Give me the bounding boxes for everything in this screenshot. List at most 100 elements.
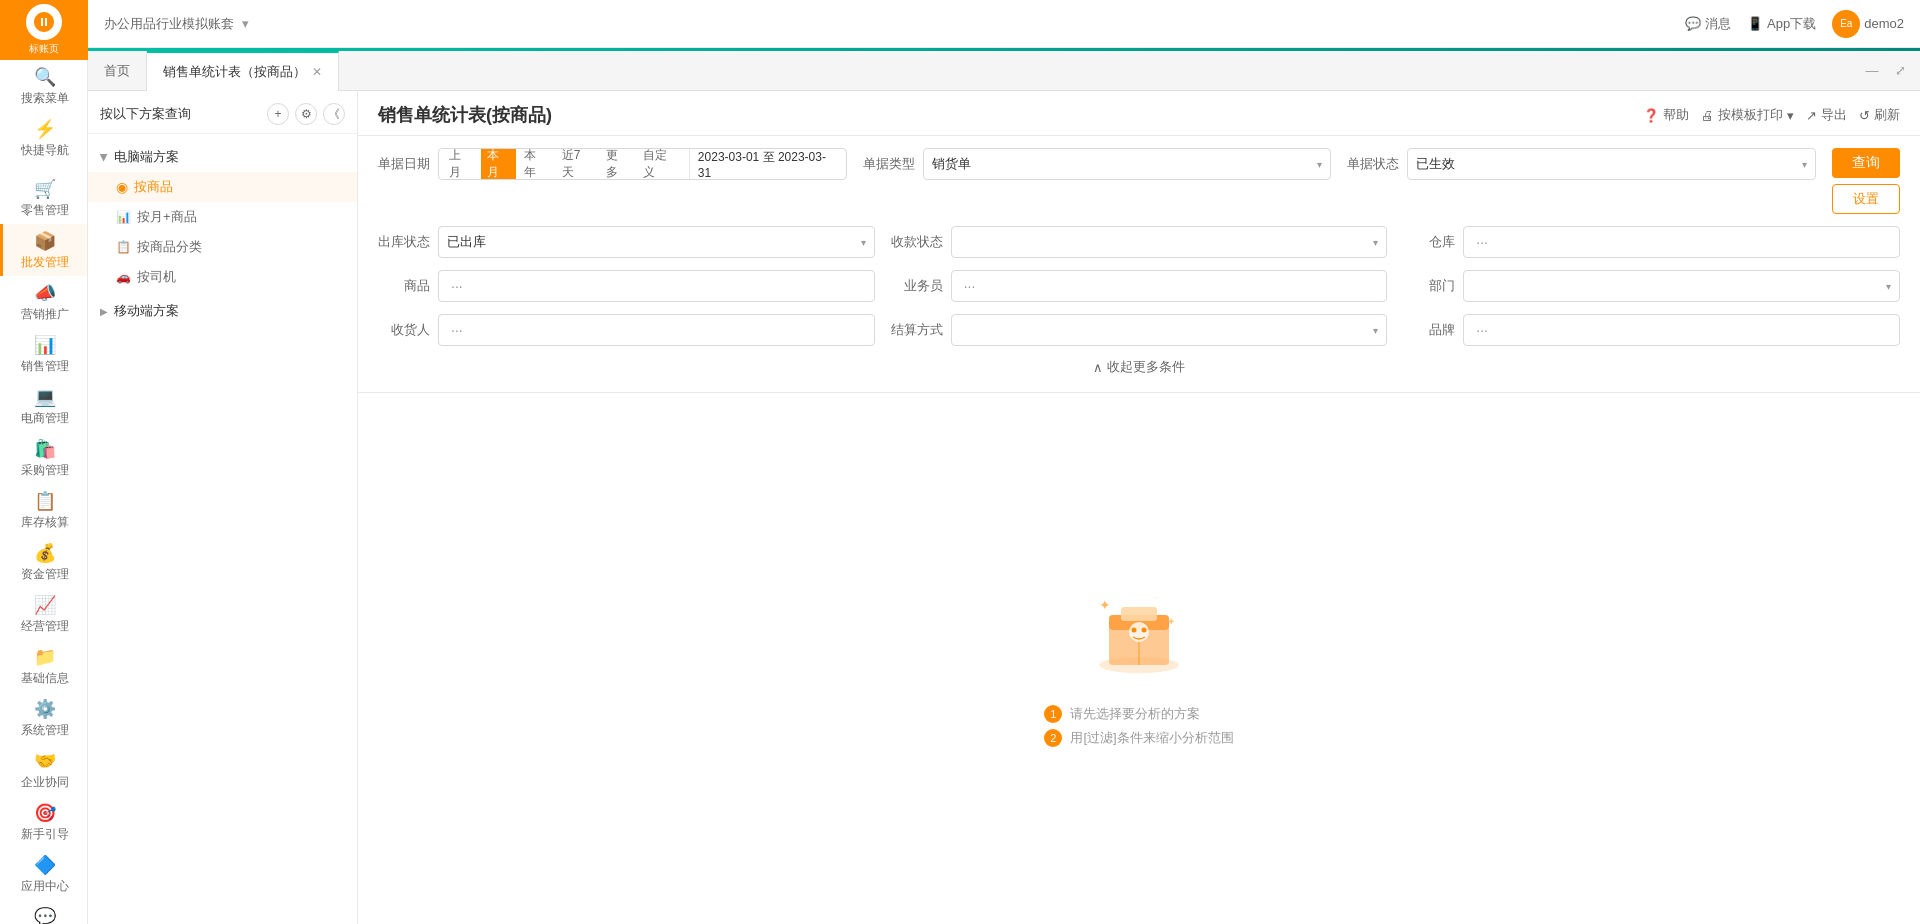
- tab-close-icon[interactable]: ✕: [312, 65, 322, 79]
- depot-filter-control[interactable]: ···: [1463, 226, 1900, 258]
- tab-maximize-button[interactable]: ⤢: [1888, 59, 1912, 83]
- staff-more-icon[interactable]: ···: [964, 278, 976, 294]
- left-panel-title: 按以下方案查询 + ⚙ 《: [100, 103, 345, 125]
- staff-filter-control[interactable]: ···: [951, 270, 1388, 302]
- inventory-icon: 📋: [34, 490, 56, 512]
- status-filter-label: 单据状态: [1347, 155, 1399, 173]
- date-last7-btn[interactable]: 近7天: [556, 148, 598, 180]
- sidebar-item-wechat[interactable]: 💬 企业微信: [0, 900, 87, 924]
- tree-item-by-goods[interactable]: ◉ 按商品: [88, 172, 357, 202]
- dept-filter-control[interactable]: ▾: [1463, 270, 1900, 302]
- tree-item-by-category[interactable]: 📋 按商品分类: [88, 232, 357, 262]
- finance-icon: 💰: [34, 542, 56, 564]
- sales-icon: 📊: [34, 334, 56, 356]
- tab-sales-stats[interactable]: 销售单统计表（按商品） ✕: [147, 51, 339, 91]
- query-button[interactable]: 查询: [1832, 148, 1900, 178]
- tree-item-by-month-goods[interactable]: 📊 按月+商品: [88, 202, 357, 232]
- sidebar-item-search[interactable]: 🔍 搜索菜单: [0, 60, 87, 112]
- template-print-button[interactable]: 🖨 按模板打印 ▾: [1701, 106, 1794, 124]
- page-title: 销售单统计表(按商品): [378, 103, 552, 127]
- sidebar-item-purchase[interactable]: 🛍️ 采购管理: [0, 432, 87, 484]
- filter-type-cell: 单据类型 销货单 ▾: [863, 148, 1332, 180]
- goods-more-icon[interactable]: ···: [451, 278, 463, 294]
- goods-filter-label: 商品: [378, 277, 430, 295]
- tree-group-mobile-header[interactable]: ▶ 移动端方案: [88, 296, 357, 326]
- date-filter-control[interactable]: 上月 本月 本年 近7天 更多 自定义 2023-03-01 至 2023-03…: [438, 148, 847, 180]
- sidebar-item-sales[interactable]: 📊 销售管理: [0, 328, 87, 380]
- sidebar-item-guide[interactable]: 🎯 新手引导: [0, 796, 87, 848]
- logo[interactable]: 标账页: [0, 0, 88, 60]
- sidebar-item-ecommerce[interactable]: 💻 电商管理: [0, 380, 87, 432]
- date-this-year-btn[interactable]: 本年: [518, 148, 554, 180]
- sidebar-item-quick[interactable]: ⚡ 快捷导航: [0, 112, 87, 164]
- sidebar-item-label: 库存核算: [21, 514, 69, 531]
- receipt-filter-control[interactable]: ▾: [951, 226, 1388, 258]
- tab-home[interactable]: 首页: [88, 51, 147, 91]
- tree-item-label: 按商品: [134, 178, 173, 196]
- goods-filter-control[interactable]: ···: [438, 270, 875, 302]
- collapse-panel-button[interactable]: 《: [323, 103, 345, 125]
- sidebar-item-label: 快捷导航: [21, 142, 69, 159]
- export-label: 导出: [1821, 106, 1847, 124]
- sidebar-item-inventory[interactable]: 📋 库存核算: [0, 484, 87, 536]
- tree-group-mobile: ▶ 移动端方案: [88, 296, 357, 326]
- tree-item-icon: 📋: [116, 240, 131, 254]
- tree-item-by-driver[interactable]: 🚗 按司机: [88, 262, 357, 292]
- appcenter-icon: 🔷: [34, 854, 56, 876]
- empty-illustration-svg: ✦ ✦ ·: [1079, 570, 1199, 690]
- depot-more-icon[interactable]: ···: [1476, 234, 1488, 250]
- user-profile-button[interactable]: Ea demo2: [1832, 10, 1904, 38]
- sidebar-item-collab[interactable]: 🤝 企业协同: [0, 744, 87, 796]
- receiver-filter-control[interactable]: ···: [438, 314, 875, 346]
- date-custom-btn[interactable]: 自定义: [637, 148, 684, 180]
- sidebar-item-label: 应用中心: [21, 878, 69, 895]
- status-filter-control[interactable]: 已生效 ▾: [1407, 148, 1816, 180]
- dept-chevron-icon: ▾: [1886, 281, 1891, 292]
- sidebar-item-finance[interactable]: 💰 资金管理: [0, 536, 87, 588]
- tab-minimize-button[interactable]: —: [1860, 59, 1884, 83]
- svg-text:✦: ✦: [1167, 616, 1175, 627]
- filter-staff-cell: 业务员 ···: [891, 270, 1388, 302]
- app-download-button[interactable]: 📱 App下载: [1747, 15, 1816, 33]
- add-scheme-button[interactable]: +: [267, 103, 289, 125]
- tree-group-desktop-header[interactable]: ▶ 电脑端方案: [88, 142, 357, 172]
- tree-item-icon: 📊: [116, 210, 131, 224]
- tree-item-label: 按司机: [137, 268, 176, 286]
- date-this-month-btn[interactable]: 本月: [481, 148, 517, 180]
- page-content: 按以下方案查询 + ⚙ 《: [88, 91, 1920, 924]
- export-button[interactable]: ↗ 导出: [1806, 106, 1847, 124]
- brand-more-icon[interactable]: ···: [1476, 322, 1488, 338]
- sidebar-item-marketing[interactable]: 📣 营销推广: [0, 276, 87, 328]
- staff-filter-label: 业务员: [891, 277, 943, 295]
- tree-item-label: 按商品分类: [137, 238, 202, 256]
- title-dropdown-icon[interactable]: ▾: [242, 16, 249, 31]
- receiver-more-icon[interactable]: ···: [451, 322, 463, 338]
- message-button[interactable]: 💬 消息: [1685, 15, 1731, 33]
- purchase-icon: 🛍️: [34, 438, 56, 460]
- help-button[interactable]: ❓ 帮助: [1643, 106, 1689, 124]
- settings-scheme-button[interactable]: ⚙: [295, 103, 317, 125]
- sidebar-item-retail[interactable]: 🛒 零售管理: [0, 172, 87, 224]
- date-range-text: 2023-03-01 至 2023-03-31: [689, 149, 846, 180]
- left-panel: 按以下方案查询 + ⚙ 《: [88, 91, 358, 924]
- sidebar-item-appcenter[interactable]: 🔷 应用中心: [0, 848, 87, 900]
- sidebar-item-management[interactable]: 📈 经营管理: [0, 588, 87, 640]
- sidebar-item-wholesale[interactable]: 📦 批发管理: [0, 224, 87, 276]
- date-last-month-btn[interactable]: 上月: [443, 148, 479, 180]
- sidebar-item-system[interactable]: ⚙️ 系统管理: [0, 692, 87, 744]
- tree-group-label: 电脑端方案: [114, 148, 179, 166]
- warehouse-chevron-icon: ▾: [861, 237, 866, 248]
- app-download-label: App下载: [1767, 15, 1816, 33]
- tip-text-1: 请先选择要分析的方案: [1070, 705, 1200, 723]
- settings-button[interactable]: 设置: [1832, 184, 1900, 214]
- date-more-btn[interactable]: 更多: [600, 148, 636, 180]
- sidebar-item-base[interactable]: 📁 基础信息: [0, 640, 87, 692]
- type-filter-control[interactable]: 销货单 ▾: [923, 148, 1332, 180]
- payment-filter-control[interactable]: ▾: [951, 314, 1388, 346]
- collapse-button[interactable]: ∧ 收起更多条件: [1081, 354, 1197, 380]
- left-panel-title-text: 按以下方案查询: [100, 105, 191, 123]
- sidebar-item-label: 企业协同: [21, 774, 69, 791]
- brand-filter-control[interactable]: ···: [1463, 314, 1900, 346]
- refresh-button[interactable]: ↺ 刷新: [1859, 106, 1900, 124]
- warehouse-filter-control[interactable]: 已出库 ▾: [438, 226, 875, 258]
